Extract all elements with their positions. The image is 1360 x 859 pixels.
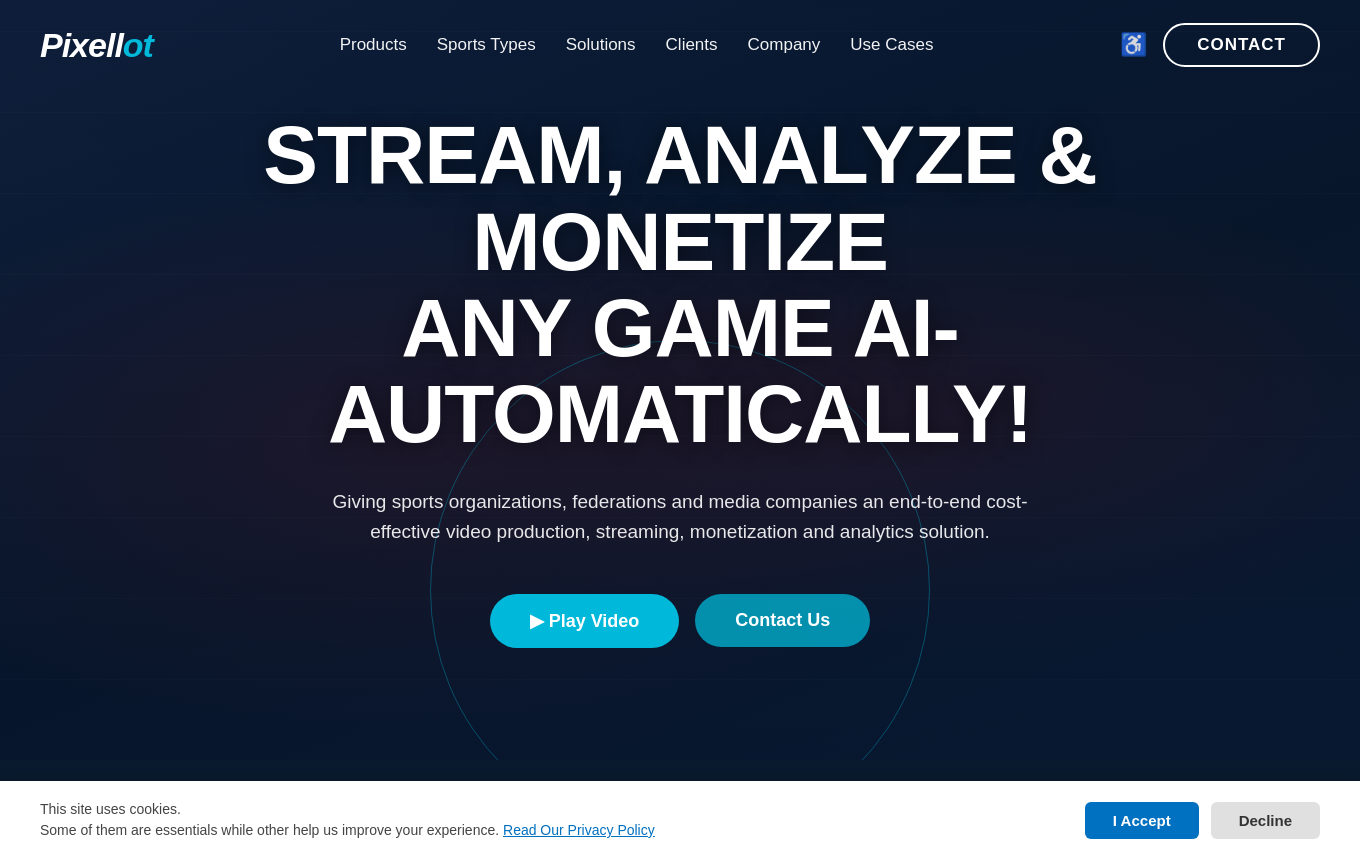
navbar: Pixellot Products Sports Types Solutions… — [0, 0, 1360, 90]
nav-item-sports-types[interactable]: Sports Types — [437, 35, 536, 55]
hero-buttons: ▶ Play Video Contact Us — [170, 594, 1190, 648]
logo-highlight: ot — [123, 26, 153, 64]
hero-headline: STREAM, ANALYZE & MONETIZE ANY GAME AI-A… — [170, 112, 1190, 456]
nav-links: Products Sports Types Solutions Clients … — [340, 35, 934, 55]
hero-section: STREAM, ANALYZE & MONETIZE ANY GAME AI-A… — [0, 0, 1360, 760]
nav-item-company[interactable]: Company — [748, 35, 821, 55]
hero-headline-line2: ANY GAME AI-AUTOMATICALLY! — [328, 282, 1032, 459]
nav-link-company[interactable]: Company — [748, 35, 821, 54]
logo[interactable]: Pixellot — [40, 28, 153, 62]
nav-item-solutions[interactable]: Solutions — [566, 35, 636, 55]
nav-link-use-cases[interactable]: Use Cases — [850, 35, 933, 54]
nav-item-clients[interactable]: Clients — [666, 35, 718, 55]
nav-item-products[interactable]: Products — [340, 35, 407, 55]
nav-right: ♿ CONTACT — [1120, 23, 1320, 67]
contact-us-button[interactable]: Contact Us — [695, 594, 870, 647]
nav-link-sports-types[interactable]: Sports Types — [437, 35, 536, 54]
play-video-button[interactable]: ▶ Play Video — [490, 594, 680, 648]
nav-link-products[interactable]: Products — [340, 35, 407, 54]
nav-item-use-cases[interactable]: Use Cases — [850, 35, 933, 55]
accessibility-icon[interactable]: ♿ — [1120, 32, 1147, 58]
contact-nav-button[interactable]: CONTACT — [1163, 23, 1320, 67]
nav-link-clients[interactable]: Clients — [666, 35, 718, 54]
logo-text: Pixellot — [40, 28, 153, 62]
nav-link-solutions[interactable]: Solutions — [566, 35, 636, 54]
hero-content: STREAM, ANALYZE & MONETIZE ANY GAME AI-A… — [130, 112, 1230, 647]
hero-headline-line1: STREAM, ANALYZE & MONETIZE — [263, 109, 1096, 286]
hero-subtext: Giving sports organizations, federations… — [300, 487, 1060, 548]
